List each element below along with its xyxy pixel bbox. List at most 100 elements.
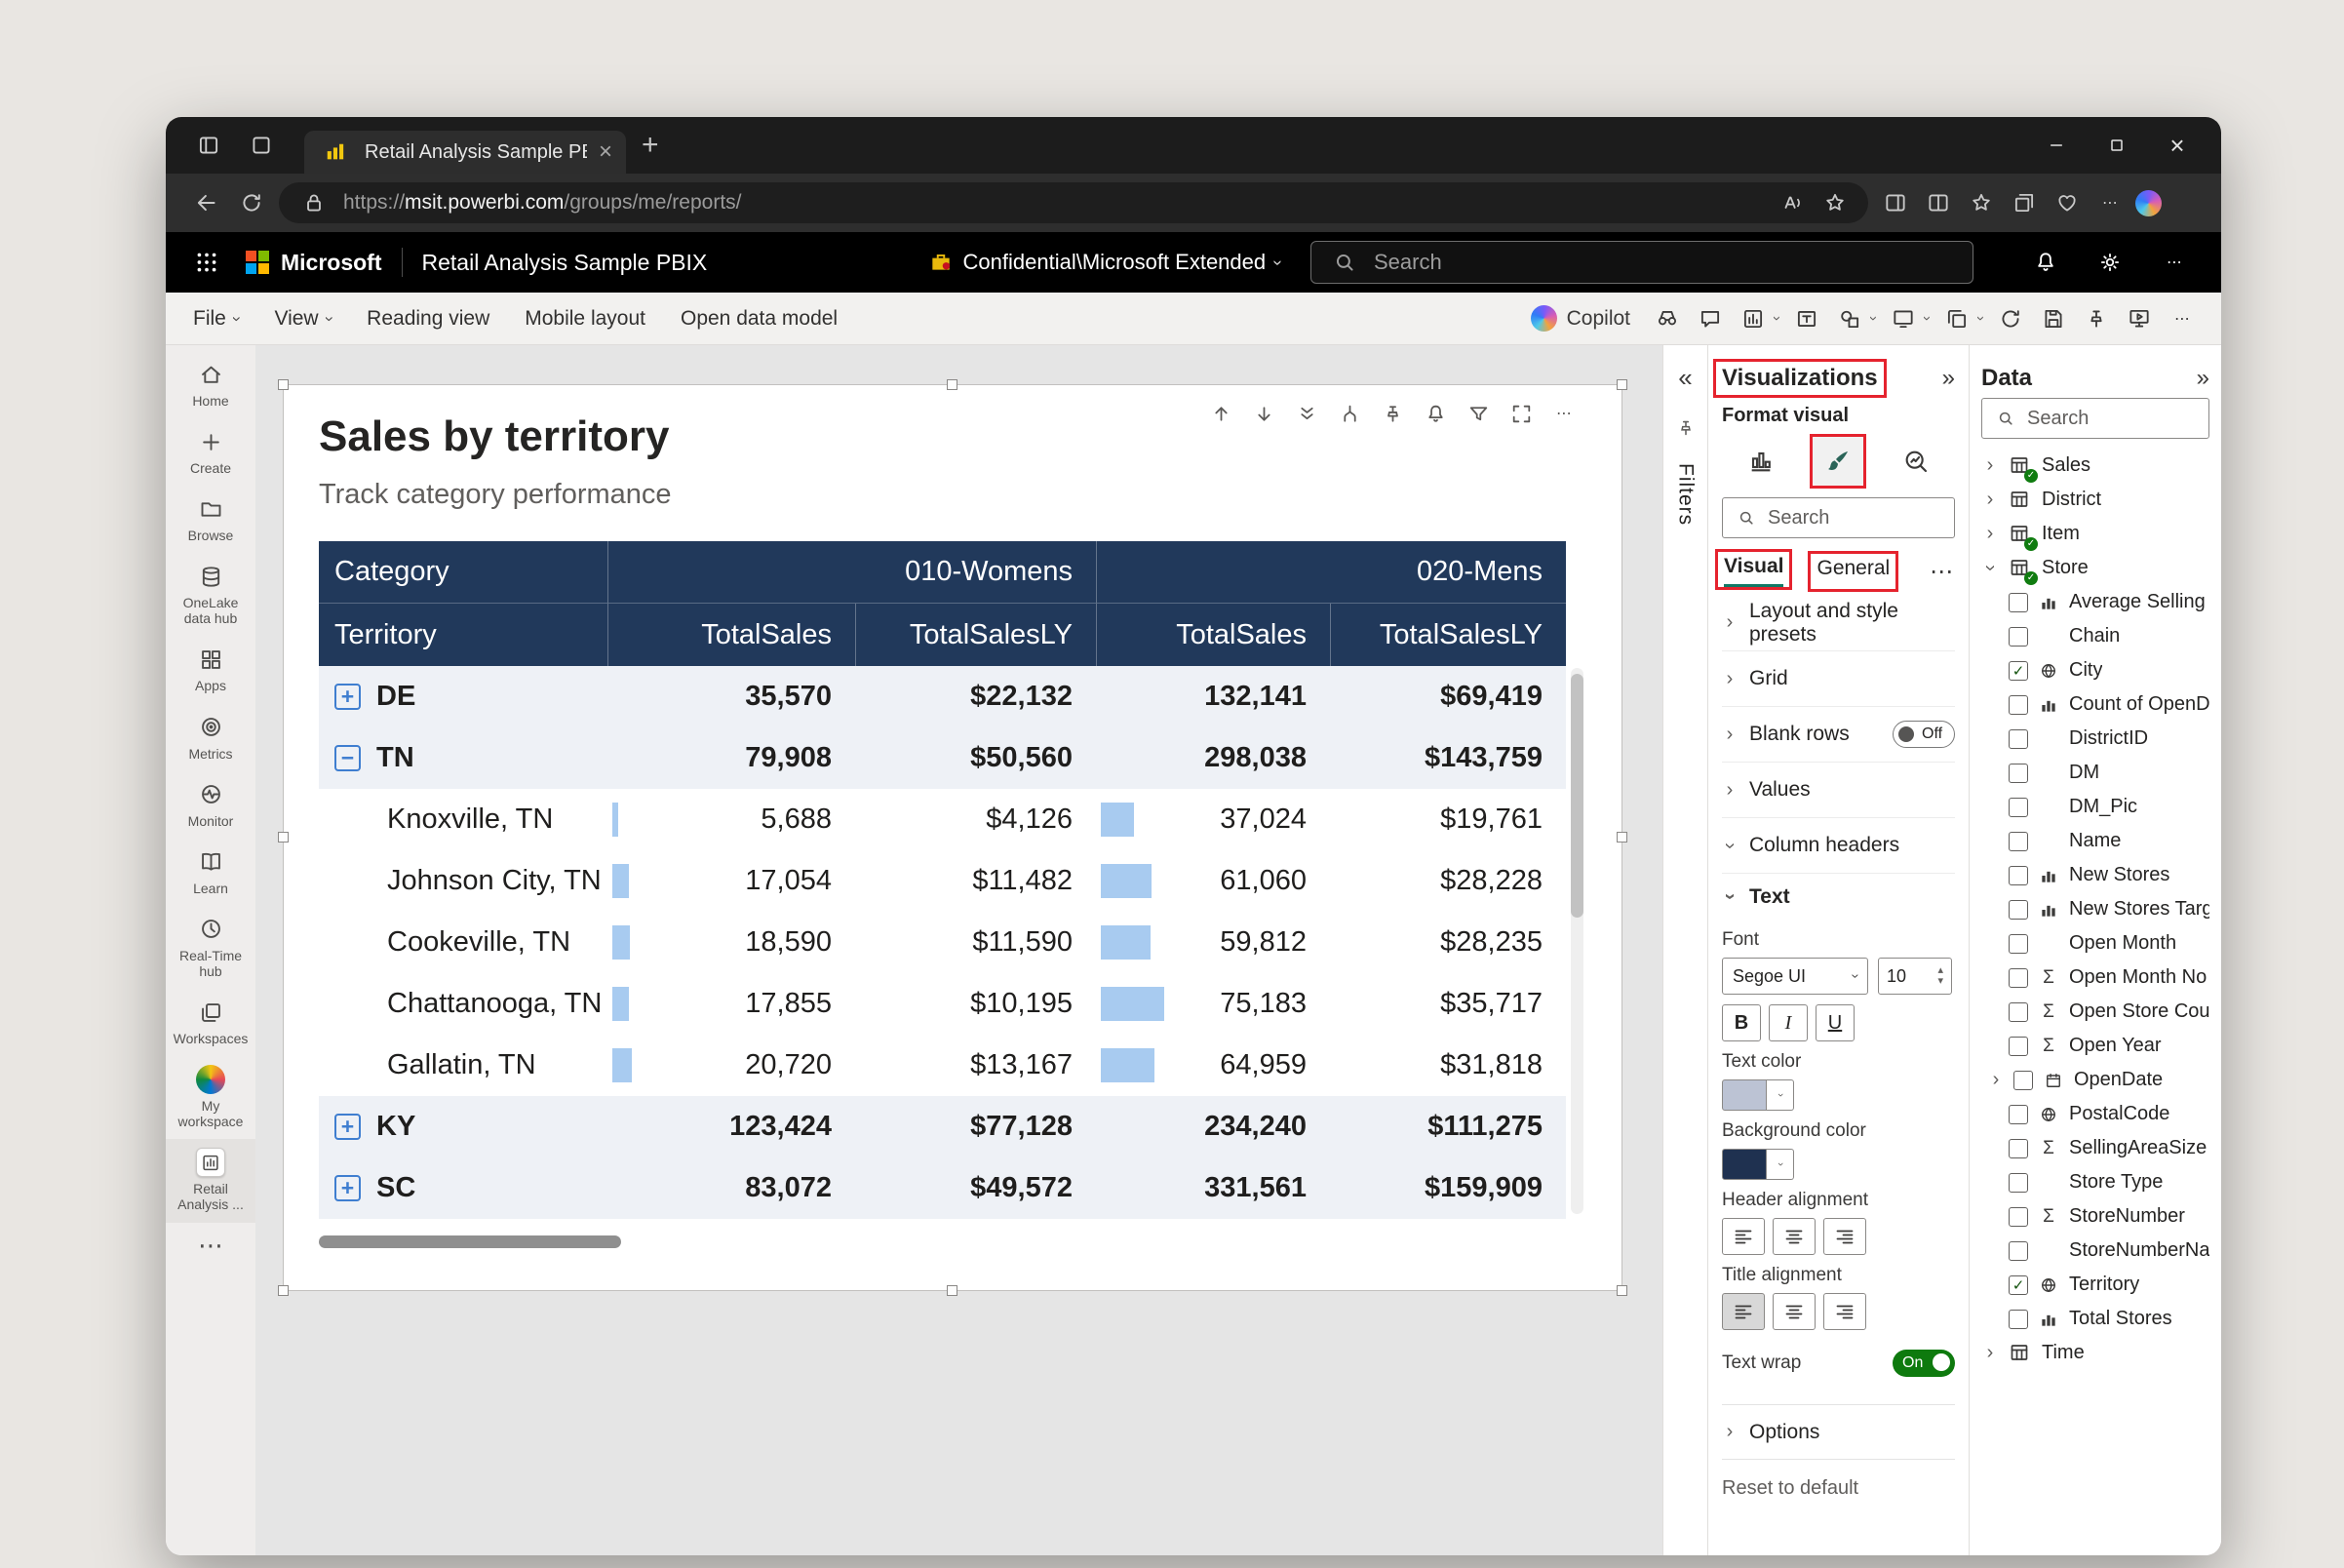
checkbox-unchecked[interactable] <box>2009 1002 2028 1022</box>
chevron-right-icon[interactable]: › <box>1981 489 1999 511</box>
checkbox-unchecked[interactable] <box>2009 968 2028 988</box>
value-cell[interactable]: 17,054 <box>607 850 855 912</box>
value-cell[interactable]: 79,908 <box>607 727 855 789</box>
checkbox-unchecked[interactable] <box>2009 764 2028 783</box>
menu-item-open-data-model[interactable]: Open data model <box>681 307 838 331</box>
table-item[interactable]: ›✓Item <box>1981 517 2209 551</box>
pin-icon[interactable] <box>2079 301 2114 336</box>
field-average-selling[interactable]: Average Selling ... <box>1981 585 2209 619</box>
value-cell[interactable]: $69,419 <box>1330 666 1566 727</box>
value-cell[interactable]: $159,909 <box>1330 1157 1566 1219</box>
resize-handle[interactable] <box>947 1285 957 1296</box>
checkbox-unchecked[interactable] <box>2009 866 2028 885</box>
field-dm-pic[interactable]: DM_Pic <box>1981 790 2209 824</box>
value-cell[interactable]: $11,590 <box>855 912 1096 973</box>
territory-cell[interactable]: −TN <box>319 727 607 789</box>
menu-item-file[interactable]: File› <box>193 307 239 331</box>
arrow-down-icon[interactable] <box>1249 399 1278 428</box>
italic-button[interactable]: I <box>1769 1004 1808 1041</box>
chevron-right-icon[interactable]: › <box>1987 1069 2005 1091</box>
checkbox-unchecked[interactable] <box>2009 1241 2028 1261</box>
focus-icon[interactable] <box>1506 399 1536 428</box>
close-button[interactable]: × <box>2147 123 2207 168</box>
nav-item-create[interactable]: Create <box>166 418 255 486</box>
address-bar[interactable]: https://msit.powerbi.com/groups/me/repor… <box>279 182 1868 223</box>
value-cell[interactable]: $19,761 <box>1330 789 1566 850</box>
territory-cell[interactable]: Chattanooga, TN <box>319 973 607 1035</box>
field-dm[interactable]: DM <box>1981 756 2209 790</box>
copilot-icon[interactable] <box>2135 190 2162 216</box>
table-district[interactable]: ›District <box>1981 483 2209 517</box>
field-store-type[interactable]: Store Type <box>1981 1165 2209 1199</box>
value-cell[interactable]: 83,072 <box>607 1157 855 1219</box>
field-name[interactable]: Name <box>1981 824 2209 858</box>
field-total-stores[interactable]: Total Stores <box>1981 1302 2209 1336</box>
checkbox-unchecked[interactable] <box>2009 1207 2028 1227</box>
tab-actions-icon[interactable] <box>244 128 279 163</box>
field-postalcode[interactable]: PostalCode <box>1981 1097 2209 1131</box>
territory-cell[interactable]: +SC <box>319 1157 607 1219</box>
resize-handle[interactable] <box>278 832 289 843</box>
checkbox-checked[interactable]: ✓ <box>2009 1275 2028 1295</box>
value-cell[interactable]: 20,720 <box>607 1035 855 1096</box>
value-cell[interactable]: 59,812 <box>1096 912 1330 973</box>
nav-item-home[interactable]: Home <box>166 351 255 418</box>
field-chain[interactable]: Chain <box>1981 619 2209 653</box>
checkbox-unchecked[interactable] <box>2009 1139 2028 1158</box>
save-icon[interactable] <box>2036 301 2071 336</box>
checkbox-unchecked[interactable] <box>2013 1071 2033 1090</box>
horizontal-scrollbar-thumb[interactable] <box>319 1235 621 1248</box>
checkbox-unchecked[interactable] <box>2009 1310 2028 1329</box>
value-cell[interactable]: $49,572 <box>855 1157 1096 1219</box>
field-open-store-count[interactable]: ΣOpen Store Count <box>1981 995 2209 1029</box>
table-sales[interactable]: ›✓Sales <box>1981 449 2209 483</box>
align-right-button[interactable] <box>1823 1293 1866 1330</box>
nav-item-metrics[interactable]: Metrics <box>166 704 255 771</box>
essentials-icon[interactable] <box>2050 185 2085 220</box>
new-visual-icon[interactable] <box>1736 301 1771 336</box>
checkbox-unchecked[interactable] <box>2009 695 2028 715</box>
bold-button[interactable]: B <box>1722 1004 1761 1041</box>
value-cell[interactable]: 331,561 <box>1096 1157 1330 1219</box>
global-search-input[interactable]: Search <box>1310 241 1973 284</box>
analytics-icon[interactable] <box>1891 437 1941 486</box>
build-visual-icon[interactable] <box>1736 437 1786 486</box>
format-visual-icon[interactable] <box>1813 437 1863 486</box>
value-cell[interactable]: 18,590 <box>607 912 855 973</box>
territory-cell[interactable]: Cookeville, TN <box>319 912 607 973</box>
nav-item-apps[interactable]: Apps <box>166 636 255 703</box>
value-cell[interactable]: 234,240 <box>1096 1096 1330 1157</box>
collapse-data-pane-icon[interactable]: » <box>2197 365 2209 392</box>
chevron-down-icon[interactable]: › <box>1865 316 1882 321</box>
chevron-down-icon[interactable]: › <box>1769 316 1785 321</box>
field-storenumberna[interactable]: StoreNumberNa... <box>1981 1234 2209 1268</box>
nav-item-learn[interactable]: Learn <box>166 839 255 906</box>
tab-general[interactable]: General <box>1817 557 1890 586</box>
field-new-stores-target[interactable]: New Stores Target <box>1981 892 2209 926</box>
table-time[interactable]: ›Time <box>1981 1336 2209 1370</box>
section-column-headers[interactable]: ›Column headers <box>1722 817 1955 873</box>
report-page[interactable]: ⋯ Sales by territory Track category perf… <box>283 384 1622 1291</box>
sidebar-icon[interactable] <box>1878 185 1913 220</box>
waffle-icon[interactable] <box>189 245 224 280</box>
expand-filters-icon[interactable]: « <box>1678 363 1692 393</box>
value-cell[interactable]: $13,167 <box>855 1035 1096 1096</box>
territory-cell[interactable]: Johnson City, TN <box>319 850 607 912</box>
checkbox-unchecked[interactable] <box>2009 729 2028 749</box>
value-cell[interactable]: 75,183 <box>1096 973 1330 1035</box>
filters-pane-collapsed[interactable]: « Filters <box>1662 345 1707 1555</box>
field-storenumber[interactable]: ΣStoreNumber <box>1981 1199 2209 1234</box>
read-aloud-icon[interactable] <box>1775 185 1810 220</box>
field-districtid[interactable]: DistrictID <box>1981 722 2209 756</box>
font-size-input[interactable]: 10 ▴▾ <box>1878 958 1952 995</box>
align-right-button[interactable] <box>1823 1218 1866 1255</box>
more-icon[interactable]: ⋯ <box>2165 301 2200 336</box>
resize-handle[interactable] <box>1617 832 1627 843</box>
nav-item-workspaces[interactable]: Workspaces <box>166 989 255 1056</box>
text-color-swatch[interactable] <box>1722 1079 1767 1111</box>
resize-handle[interactable] <box>278 379 289 390</box>
value-cell[interactable]: $31,818 <box>1330 1035 1566 1096</box>
text-color-dropdown[interactable]: › <box>1767 1079 1794 1111</box>
checkbox-unchecked[interactable] <box>2009 798 2028 817</box>
value-cell[interactable]: 64,959 <box>1096 1035 1330 1096</box>
